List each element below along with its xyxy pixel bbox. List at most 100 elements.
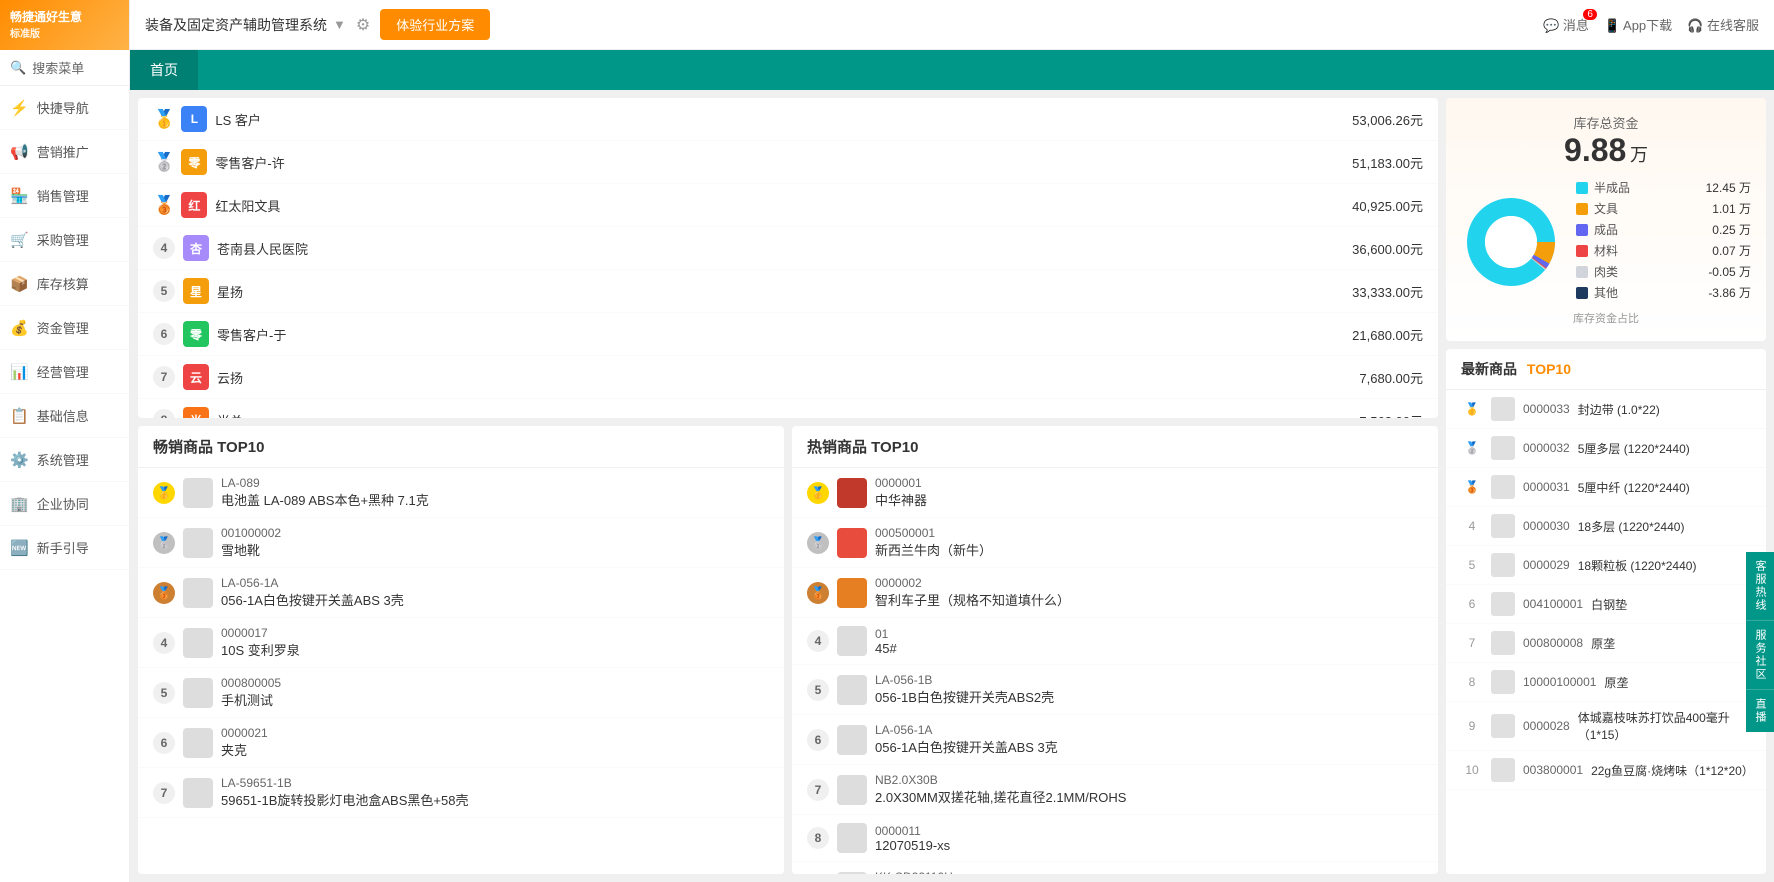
bestselling-list: 🥇 LA-089 电池盖 LA-089 ABS本色+黑种 7.1克 🥈 bbox=[138, 468, 784, 874]
hot-img-2 bbox=[837, 528, 867, 558]
messages[interactable]: 💬 消息 6 bbox=[1543, 15, 1589, 34]
inventory-icon: 📦 bbox=[10, 275, 29, 293]
float-buttons: 客服热线 服务社区 直播 bbox=[1746, 552, 1774, 732]
messages-label: 消息 bbox=[1563, 18, 1589, 33]
hot-rank-7: 7 bbox=[807, 779, 829, 801]
hot-code-1: 0000001 bbox=[875, 476, 927, 490]
legend-value-3: 0.07 万 bbox=[1712, 242, 1751, 259]
new-prod-code-2: 0000032 bbox=[1523, 441, 1570, 455]
bs-rank-6: 6 bbox=[153, 732, 175, 754]
float-btn-service-community[interactable]: 服务社区 bbox=[1746, 621, 1774, 690]
legend-value-2: 0.25 万 bbox=[1712, 221, 1751, 238]
legend-dot-0 bbox=[1576, 182, 1588, 194]
new-prod-item-8: 8 10000100001 原垄 bbox=[1446, 663, 1766, 702]
new-prod-img-5 bbox=[1491, 553, 1515, 577]
sidebar-item-quick-nav[interactable]: ⚡ 快捷导航 bbox=[0, 86, 129, 130]
hot-info-9: KK-SD22110H 花语萌侣温分臻臻袋（厚款） bbox=[875, 870, 1044, 874]
legend-item-3: 材料 0.07 万 bbox=[1576, 242, 1751, 259]
sidebar-item-operations[interactable]: 📊 经营管理 bbox=[0, 350, 129, 394]
bs-code-5: 000800005 bbox=[221, 676, 281, 690]
hot-item-2: 🥈 000500001 新西兰牛肉（新牛） bbox=[792, 518, 1438, 568]
bs-img-3 bbox=[183, 578, 213, 608]
sidebar-item-sales[interactable]: 🏪 销售管理 bbox=[0, 174, 129, 218]
gear-icon[interactable]: ⚙ bbox=[356, 15, 370, 35]
customer-name-6: 零售客户-于 bbox=[217, 325, 1352, 344]
sidebar-label-purchase: 采购管理 bbox=[37, 230, 89, 249]
float-btn-customer-service[interactable]: 客服热线 bbox=[1746, 552, 1774, 621]
bs-code-1: LA-089 bbox=[221, 476, 429, 490]
new-prod-item-3: 🥉 0000031 5厘中纤 (1220*2440) bbox=[1446, 468, 1766, 507]
sidebar-item-purchase[interactable]: 🛒 采购管理 bbox=[0, 218, 129, 262]
new-prod-item-9: 9 0000028 体城嘉枝味苏打饮品400毫升（1*15） bbox=[1446, 702, 1766, 751]
legend-item-2: 成品 0.25 万 bbox=[1576, 221, 1751, 238]
customer-name-1: LS 客户 bbox=[215, 110, 1352, 129]
rank-item-3: 🥉 红 红太阳文具 40,925.00元 bbox=[138, 184, 1438, 227]
new-prod-code-4: 0000030 bbox=[1523, 519, 1570, 533]
legend-name-2: 成品 bbox=[1594, 221, 1712, 238]
bs-name-5: 手机测试 bbox=[221, 690, 281, 709]
bs-info-2: 001000002 雪地靴 bbox=[221, 526, 281, 559]
hot-code-2: 000500001 bbox=[875, 526, 992, 540]
sidebar-item-inventory[interactable]: 📦 库存核算 bbox=[0, 262, 129, 306]
new-prod-item-5: 5 0000029 18颗粒板 (1220*2440) bbox=[1446, 546, 1766, 585]
bs-img-7 bbox=[183, 778, 213, 808]
float-btn-direct[interactable]: 直播 bbox=[1746, 690, 1774, 732]
sidebar-item-enterprise[interactable]: 🏢 企业协同 bbox=[0, 482, 129, 526]
new-prod-rank-5: 5 bbox=[1461, 558, 1483, 572]
hot-info-4: 01 45# bbox=[875, 627, 897, 656]
bs-name-1: 电池盖 LA-089 ABS本色+黑种 7.1克 bbox=[221, 490, 429, 509]
mid-row: 畅销商品 TOP10 🥇 LA-089 电池盖 LA-089 ABS本色+黑种 … bbox=[138, 426, 1438, 874]
hot-code-3: 0000002 bbox=[875, 576, 1070, 590]
hot-rank-1: 🥇 bbox=[807, 482, 829, 504]
bestselling-item-7: 7 LA-59651-1B 59651-1B旋转投影灯电池盒ABS黑色+58壳 bbox=[138, 768, 784, 818]
online-service[interactable]: 🎧 在线客服 bbox=[1687, 15, 1759, 34]
sidebar-item-system[interactable]: ⚙️ 系统管理 bbox=[0, 438, 129, 482]
legend-value-5: -3.86 万 bbox=[1708, 284, 1751, 301]
hot-rank-8: 8 bbox=[807, 827, 829, 849]
bs-img-6 bbox=[183, 728, 213, 758]
message-icon: 💬 bbox=[1543, 18, 1559, 33]
bs-rank-4: 4 bbox=[153, 632, 175, 654]
dropdown-icon[interactable]: ▼ bbox=[333, 17, 346, 32]
bestselling-header: 畅销商品 TOP10 bbox=[138, 426, 784, 468]
try-btn[interactable]: 体验行业方案 bbox=[380, 9, 490, 40]
sidebar-item-guide[interactable]: 🆕 新手引导 bbox=[0, 526, 129, 570]
left-column: 🥇 L LS 客户 53,006.26元 🥈 零 零售客户-许 51,183.0… bbox=[138, 98, 1438, 874]
bs-name-2: 雪地靴 bbox=[221, 540, 281, 559]
rank-item-4: 4 杏 苍南县人民医院 36,600.00元 bbox=[138, 227, 1438, 270]
search-menu[interactable]: 🔍 搜索菜单 bbox=[0, 50, 129, 86]
rank-item-1: 🥇 L LS 客户 53,006.26元 bbox=[138, 98, 1438, 141]
customer-value-5: 33,333.00元 bbox=[1352, 282, 1423, 301]
hot-item-8: 8 0000011 12070519-xs bbox=[792, 815, 1438, 862]
avatar-1: L bbox=[181, 106, 207, 132]
hot-info-6: LA-056-1A 056-1A白色按键开关盖ABS 3克 bbox=[875, 723, 1058, 756]
new-prod-rank-10: 10 bbox=[1461, 763, 1483, 777]
base-info-icon: 📋 bbox=[10, 407, 29, 425]
new-prod-img-4 bbox=[1491, 514, 1515, 538]
app-download[interactable]: 📱 App下载 bbox=[1604, 15, 1672, 34]
hot-code-5: LA-056-1B bbox=[875, 673, 1054, 687]
legend-item-4: 肉类 -0.05 万 bbox=[1576, 263, 1751, 280]
customer-name-3: 红太阳文具 bbox=[215, 196, 1352, 215]
customer-name-5: 星扬 bbox=[217, 282, 1352, 301]
new-prod-img-2 bbox=[1491, 436, 1515, 460]
new-prod-name-9: 体城嘉枝味苏打饮品400毫升（1*15） bbox=[1578, 709, 1751, 743]
legend-name-5: 其他 bbox=[1594, 284, 1708, 301]
hot-products-section: 热销商品 TOP10 🥇 0000001 中华神器 🥈 bbox=[792, 426, 1438, 874]
new-prod-item-1: 🥇 0000033 封边带 (1.0*22) bbox=[1446, 390, 1766, 429]
bestselling-title: 畅销商品 TOP10 bbox=[153, 439, 264, 456]
sidebar-item-base-info[interactable]: 📋 基础信息 bbox=[0, 394, 129, 438]
sidebar-label-quick-nav: 快捷导航 bbox=[37, 98, 89, 117]
sidebar-label-system: 系统管理 bbox=[37, 450, 89, 469]
sales-ranking-card: 🥇 L LS 客户 53,006.26元 🥈 零 零售客户-许 51,183.0… bbox=[138, 98, 1438, 418]
hot-info-8: 0000011 12070519-xs bbox=[875, 824, 950, 853]
new-prod-rank-9: 9 bbox=[1461, 719, 1483, 733]
hot-item-4: 4 01 45# bbox=[792, 618, 1438, 665]
new-prod-rank-1: 🥇 bbox=[1461, 402, 1483, 416]
bestselling-item-4: 4 0000017 10S 变利罗泉 bbox=[138, 618, 784, 668]
inventory-card: 库存总资金 9.88 万 bbox=[1446, 98, 1766, 341]
bs-img-2 bbox=[183, 528, 213, 558]
sidebar-item-marketing[interactable]: 📢 营销推广 bbox=[0, 130, 129, 174]
tab-home[interactable]: 首页 bbox=[130, 50, 198, 90]
sidebar-item-finance[interactable]: 💰 资金管理 bbox=[0, 306, 129, 350]
